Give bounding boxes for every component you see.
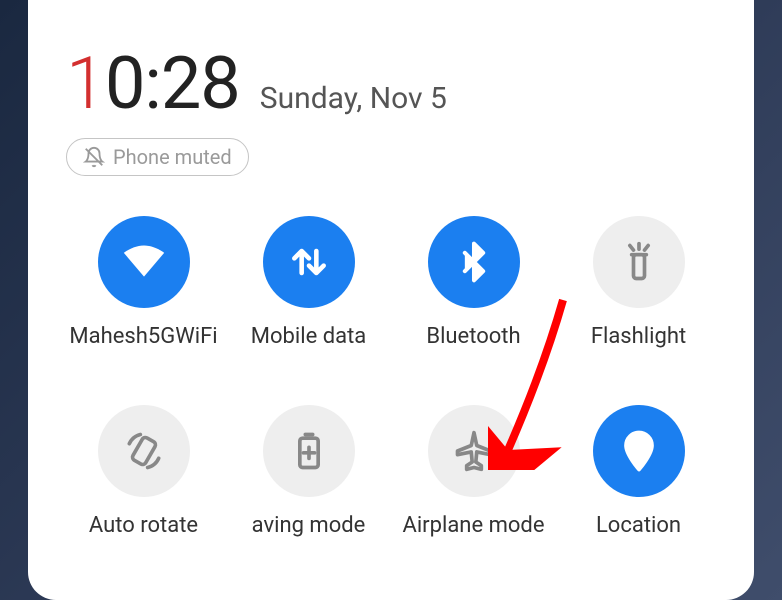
tile-label: Mobile data xyxy=(251,324,366,349)
tile-mobile-data[interactable]: Mobile data xyxy=(231,216,386,349)
header: 10:28 Sunday, Nov 5 xyxy=(66,48,716,120)
mobile-data-icon xyxy=(263,216,355,308)
auto-rotate-icon xyxy=(98,405,190,497)
tile-label: Airplane mode xyxy=(402,513,544,538)
tile-label: Bluetooth xyxy=(426,324,520,349)
tile-bluetooth[interactable]: Bluetooth xyxy=(396,216,551,349)
tile-label: Flashlight xyxy=(591,324,686,349)
clock: 10:28 xyxy=(66,48,240,120)
clock-rest: 0:28 xyxy=(105,41,240,126)
quick-settings-grid: Mahesh5GWiFi Mobile data Bluetooth xyxy=(66,216,716,538)
battery-saver-icon xyxy=(263,405,355,497)
tile-label: aving mode xyxy=(252,513,366,538)
bell-off-icon xyxy=(83,146,105,168)
tile-label: Auto rotate xyxy=(89,513,198,538)
date-label: Sunday, Nov 5 xyxy=(260,81,447,116)
location-icon xyxy=(593,405,685,497)
phone-muted-chip[interactable]: Phone muted xyxy=(66,138,249,176)
flashlight-icon xyxy=(593,216,685,308)
tile-flashlight[interactable]: Flashlight xyxy=(561,216,716,349)
tile-saving-mode[interactable]: aving mode xyxy=(231,405,386,538)
wifi-icon xyxy=(98,216,190,308)
bluetooth-icon xyxy=(428,216,520,308)
tile-label: Location xyxy=(596,513,681,538)
tile-auto-rotate[interactable]: Auto rotate xyxy=(66,405,221,538)
status-row: Phone muted xyxy=(66,138,716,176)
clock-leading-digit: 1 xyxy=(66,41,105,126)
tile-label: Mahesh5GWiFi xyxy=(69,324,217,349)
tile-location[interactable]: Location xyxy=(561,405,716,538)
airplane-icon xyxy=(428,405,520,497)
tile-airplane-mode[interactable]: Airplane mode xyxy=(396,405,551,538)
quick-settings-panel: 10:28 Sunday, Nov 5 Phone muted Mahesh5G… xyxy=(28,0,754,600)
chip-label: Phone muted xyxy=(113,145,232,169)
tile-wifi[interactable]: Mahesh5GWiFi xyxy=(66,216,221,349)
